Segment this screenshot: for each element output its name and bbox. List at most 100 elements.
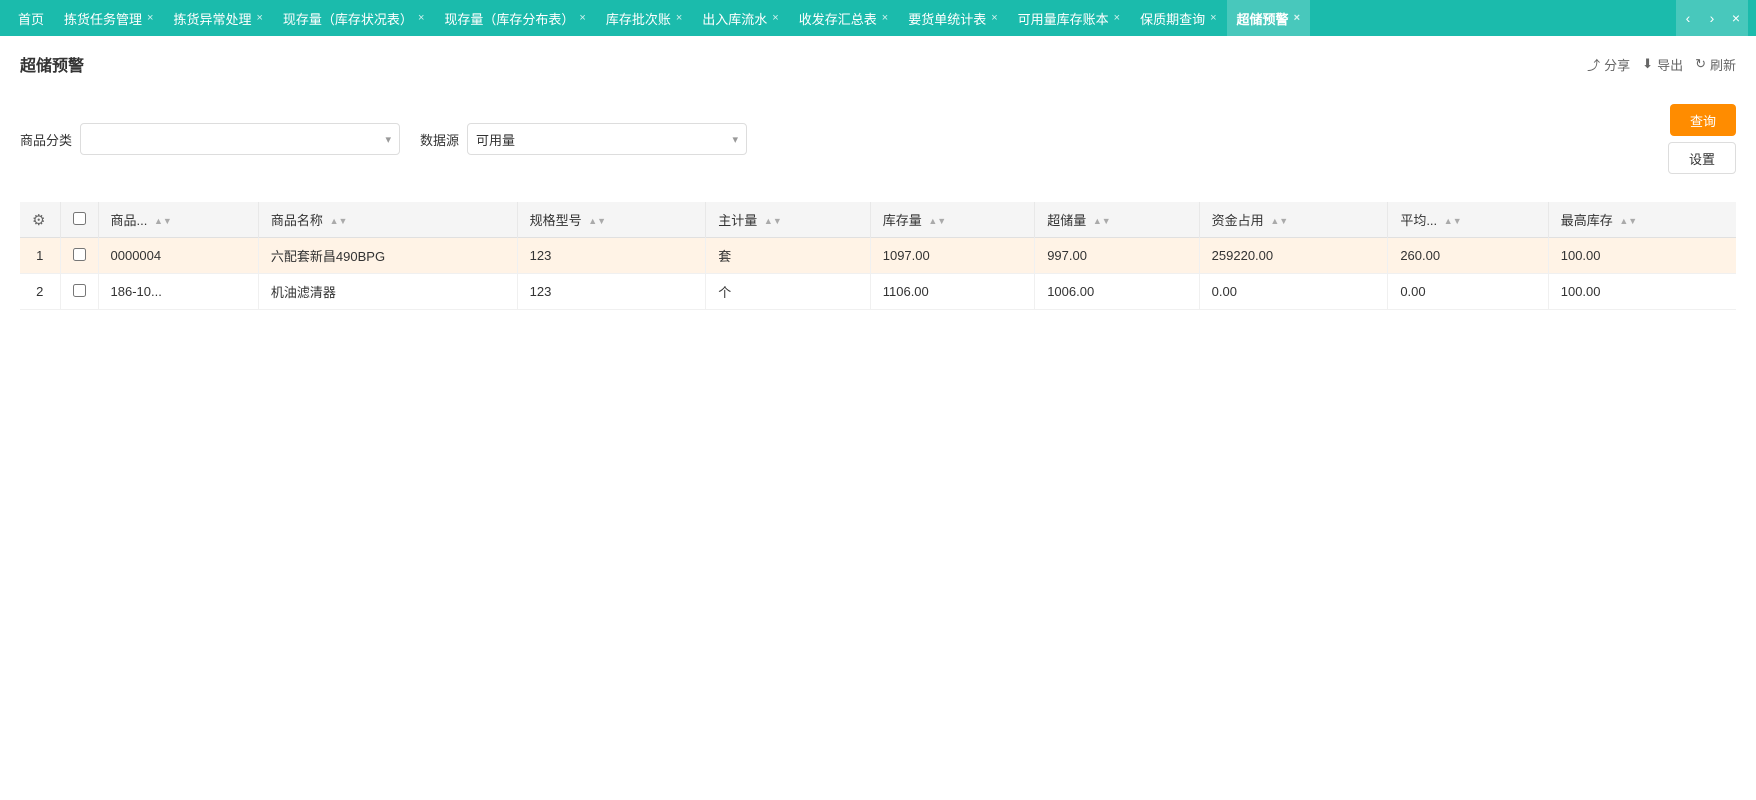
row-maxstock: 100.00 [1548, 238, 1736, 274]
close-icon[interactable]: × [256, 12, 262, 24]
gear-icon[interactable]: ⚙ [32, 212, 45, 229]
row-capital: 0.00 [1199, 274, 1388, 310]
filter-actions: 查询 设置 [1668, 104, 1736, 174]
col-gear: ⚙ [20, 202, 60, 238]
sort-icon: ▲▼ [1270, 217, 1288, 226]
page-title: 超储预警 [20, 52, 84, 76]
nav-overstock-warning[interactable]: 超储预警 × [1227, 0, 1310, 36]
nav-batch-account[interactable]: 库存批次账 × [596, 0, 692, 36]
row-code: 186-10... [98, 274, 258, 310]
row-stock: 1097.00 [870, 238, 1034, 274]
col-avg: 平均... ▲▼ [1388, 202, 1548, 238]
nav-stock-dist[interactable]: 现存量（库存分布表） × [434, 0, 595, 36]
sort-icon: ▲▼ [764, 217, 782, 226]
close-icon[interactable]: × [676, 12, 682, 24]
nav-close-arrow[interactable]: × [1724, 0, 1748, 36]
row-name: 六配套新昌490BPG [258, 238, 517, 274]
category-label: 商品分类 [20, 130, 72, 149]
col-overflow-label: 超储量 [1047, 213, 1086, 228]
close-icon[interactable]: × [882, 12, 888, 24]
close-icon[interactable]: × [1114, 12, 1120, 24]
row-checkbox[interactable] [73, 284, 86, 297]
close-icon[interactable]: × [1294, 12, 1300, 24]
datasource-select[interactable]: 可用量 ▾ [467, 123, 747, 155]
row-spec: 123 [517, 274, 706, 310]
row-checkbox[interactable] [73, 248, 86, 261]
col-overflow: 超储量 ▲▼ [1035, 202, 1199, 238]
col-unit: 主计量 ▲▼ [706, 202, 870, 238]
col-maxstock: 最高库存 ▲▼ [1548, 202, 1736, 238]
col-name: 商品名称 ▲▼ [258, 202, 517, 238]
row-number: 1 [20, 238, 60, 274]
row-overflow: 1006.00 [1035, 274, 1199, 310]
row-maxstock: 100.00 [1548, 274, 1736, 310]
nav-task-mgmt[interactable]: 拣货任务管理 × [54, 0, 163, 36]
row-checkbox-cell [60, 238, 98, 274]
close-icon[interactable]: × [579, 12, 585, 24]
col-code-label: 商品... [111, 213, 148, 228]
row-avg: 260.00 [1388, 238, 1548, 274]
sort-icon: ▲▼ [1619, 217, 1637, 226]
row-avg: 0.00 [1388, 274, 1548, 310]
filter-bar: 商品分类 ▾ 数据源 可用量 ▾ 查询 设置 [20, 92, 1736, 186]
col-spec: 规格型号 ▲▼ [517, 202, 706, 238]
col-unit-label: 主计量 [718, 213, 757, 228]
chevron-down-icon: ▾ [385, 133, 391, 146]
refresh-icon: ↻ [1695, 56, 1706, 72]
datasource-select-value: 可用量 [476, 130, 515, 149]
category-filter: 商品分类 ▾ [20, 123, 400, 155]
nav-order-stats[interactable]: 要货单统计表 × [898, 0, 1007, 36]
row-capital: 259220.00 [1199, 238, 1388, 274]
select-all-checkbox[interactable] [73, 212, 86, 225]
table-body: 1 0000004 六配套新昌490BPG 123 套 1097.00 997.… [20, 238, 1736, 310]
nav-inout-flow[interactable]: 出入库流水 × [692, 0, 788, 36]
page-header: 超储预警 ⤴ 分享 ⬇ 导出 ↻ 刷新 [20, 52, 1736, 76]
data-table: ⚙ 商品... ▲▼ 商品名称 ▲▼ 规格型号 ▲▼ 主计 [20, 202, 1736, 310]
close-icon[interactable]: × [991, 12, 997, 24]
nav-exception[interactable]: 拣货异常处理 × [163, 0, 272, 36]
nav-right-arrow[interactable]: › [1700, 0, 1724, 36]
export-icon: ⬇ [1642, 56, 1653, 72]
sort-icon: ▲▼ [1444, 217, 1462, 226]
close-icon[interactable]: × [147, 12, 153, 24]
share-icon: ⤴ [1587, 55, 1600, 74]
nav-stock-status[interactable]: 现存量（库存状况表） × [273, 0, 434, 36]
row-unit: 套 [706, 238, 870, 274]
nav-quality-query[interactable]: 保质期查询 × [1130, 0, 1226, 36]
nav-summary[interactable]: 收发存汇总表 × [789, 0, 898, 36]
header-actions: ⤴ 分享 ⬇ 导出 ↻ 刷新 [1587, 55, 1736, 74]
close-icon[interactable]: × [772, 12, 778, 24]
col-code: 商品... ▲▼ [98, 202, 258, 238]
col-name-label: 商品名称 [271, 213, 323, 228]
col-capital-label: 资金占用 [1212, 213, 1264, 228]
nav-available-account[interactable]: 可用量库存账本 × [1008, 0, 1130, 36]
row-overflow: 997.00 [1035, 238, 1199, 274]
datasource-filter: 数据源 可用量 ▾ [420, 123, 747, 155]
chevron-down-icon: ▾ [733, 133, 739, 146]
close-icon[interactable]: × [418, 12, 424, 24]
share-button[interactable]: ⤴ 分享 [1587, 55, 1630, 74]
nav-home[interactable]: 首页 [8, 0, 54, 36]
query-button[interactable]: 查询 [1670, 104, 1736, 136]
col-stock-label: 库存量 [883, 213, 922, 228]
nav-scroll-arrows: ‹ › × [1676, 0, 1748, 36]
table-header: ⚙ 商品... ▲▼ 商品名称 ▲▼ 规格型号 ▲▼ 主计 [20, 202, 1736, 238]
sort-icon: ▲▼ [1093, 217, 1111, 226]
refresh-button[interactable]: ↻ 刷新 [1695, 55, 1736, 74]
settings-button[interactable]: 设置 [1668, 142, 1736, 174]
row-unit: 个 [706, 274, 870, 310]
col-avg-label: 平均... [1400, 213, 1437, 228]
row-number: 2 [20, 274, 60, 310]
sort-icon: ▲▼ [154, 217, 172, 226]
datasource-label: 数据源 [420, 130, 459, 149]
export-button[interactable]: ⬇ 导出 [1642, 55, 1683, 74]
col-capital: 资金占用 ▲▼ [1199, 202, 1388, 238]
col-stock: 库存量 ▲▼ [870, 202, 1034, 238]
nav-left-arrow[interactable]: ‹ [1676, 0, 1700, 36]
close-icon[interactable]: × [1210, 12, 1216, 24]
sort-icon: ▲▼ [330, 217, 348, 226]
row-code: 0000004 [98, 238, 258, 274]
table-row: 1 0000004 六配套新昌490BPG 123 套 1097.00 997.… [20, 238, 1736, 274]
sort-icon: ▲▼ [588, 217, 606, 226]
category-select[interactable]: ▾ [80, 123, 400, 155]
